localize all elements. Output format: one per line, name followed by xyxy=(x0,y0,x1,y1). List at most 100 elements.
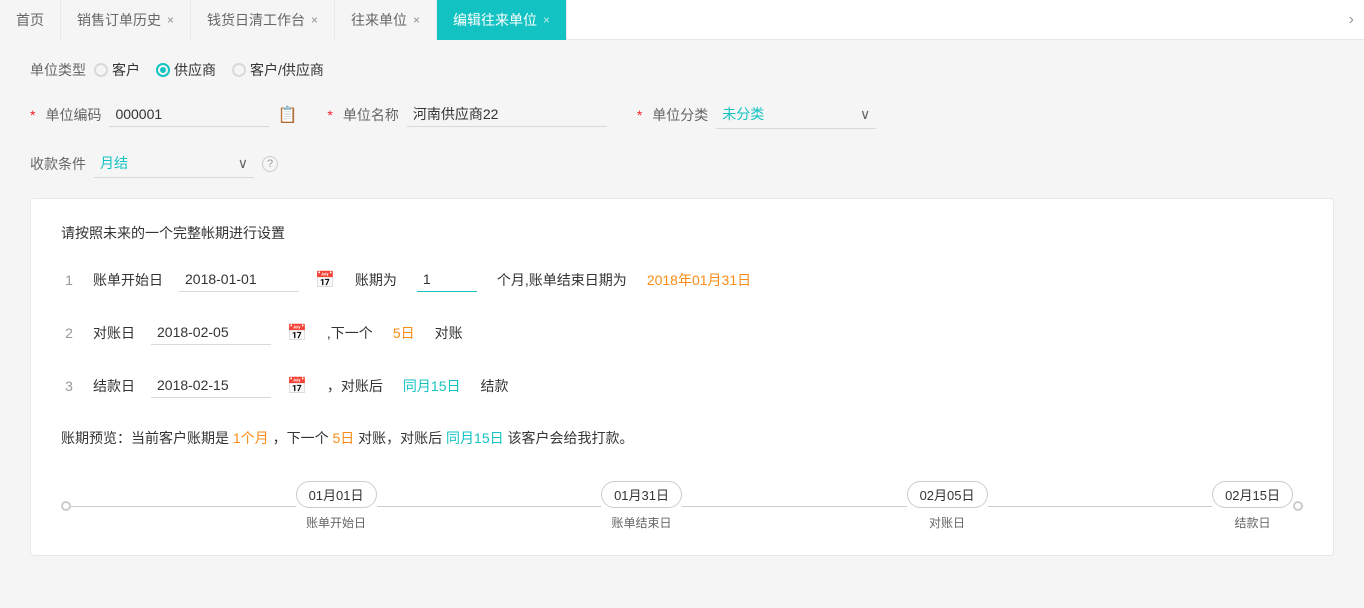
payment-terms-label: 收款条件 xyxy=(30,154,86,174)
radio-customer[interactable]: 客户 xyxy=(94,60,140,80)
period-label: 账期为 xyxy=(355,270,397,290)
step-2-num: 2 xyxy=(61,325,77,341)
recon-date-label: 对账日 xyxy=(93,323,135,343)
step-3-num: 3 xyxy=(61,378,77,394)
unit-type-label: 单位类型 xyxy=(30,60,86,80)
timeline-end-dot xyxy=(1293,501,1303,511)
recon-date-calendar-icon[interactable]: 📅 xyxy=(287,323,307,343)
timeline-node-1: 01月01日 账单开始日 xyxy=(296,481,377,531)
preview-prefix: 账期预览：当前客户账期是 xyxy=(61,430,229,446)
tab-cash-goods-workbench-close[interactable]: × xyxy=(311,14,318,26)
card-title: 请按照未来的一个完整帐期进行设置 xyxy=(61,223,1303,243)
tab-home-label: 首页 xyxy=(16,10,44,30)
unit-code-group: * 单位编码 📋 xyxy=(30,102,297,127)
settle-date-input[interactable] xyxy=(151,373,271,398)
radio-customer-label: 客户 xyxy=(112,60,140,80)
main-content: 单位类型 客户 供应商 客户/供应商 * 单位编码 xyxy=(0,40,1364,600)
unit-code-star: * xyxy=(30,107,35,123)
payment-terms-value: 月结 xyxy=(100,153,232,173)
tab-sales-order-history-label: 销售订单历史 xyxy=(77,10,161,30)
unit-name-label: 单位名称 xyxy=(343,105,399,125)
timeline-node-4-date: 02月15日 xyxy=(1212,481,1293,508)
unit-type-row: 单位类型 客户 供应商 客户/供应商 xyxy=(30,60,1334,80)
tab-cash-goods-workbench[interactable]: 钱货日清工作台 × xyxy=(191,0,335,40)
timeline-line-3 xyxy=(682,506,907,507)
timeline-node-3-label: 对账日 xyxy=(929,514,965,531)
payment-terms-help-icon[interactable]: ? xyxy=(262,156,278,172)
preview-part3: 5日 xyxy=(332,430,354,446)
preview-part5: 同月15日 xyxy=(446,430,504,446)
tab-partner-units[interactable]: 往来单位 × xyxy=(335,0,437,40)
preview-part1: 1个月 xyxy=(233,430,269,446)
timeline-node-2-label: 账单结束日 xyxy=(612,514,672,531)
tab-edit-partner-unit-close[interactable]: × xyxy=(543,14,550,26)
timeline-node-2: 01月31日 账单结束日 xyxy=(601,481,682,531)
timeline-node-3-date: 02月05日 xyxy=(907,481,988,508)
timeline-start-dot xyxy=(61,501,71,511)
preview-part4: 对账，对账后 xyxy=(358,430,442,446)
step-1-num: 1 xyxy=(61,272,77,288)
period-value-input[interactable] xyxy=(417,267,477,292)
preview-section: 账期预览：当前客户账期是 1个月 ，下一个 5日 对账，对账后 同月15日 该客… xyxy=(61,426,1303,451)
unit-category-select[interactable]: 未分类 ∨ xyxy=(716,100,876,129)
tab-edit-partner-unit[interactable]: 编辑往来单位 × xyxy=(437,0,567,40)
start-date-calendar-icon[interactable]: 📅 xyxy=(315,270,335,290)
unit-info-row: * 单位编码 📋 * 单位名称 * 单位分类 未分类 ∨ xyxy=(30,100,1334,129)
radio-supplier-circle xyxy=(156,63,170,77)
unit-name-star: * xyxy=(327,107,332,123)
setting-row-3: 3 结款日 📅 ，对账后 同月15日 结款 xyxy=(61,373,1303,398)
tab-sales-order-history[interactable]: 销售订单历史 × xyxy=(61,0,191,40)
tab-partner-units-close[interactable]: × xyxy=(413,14,420,26)
unit-code-label: 单位编码 xyxy=(45,105,101,125)
unit-name-group: * 单位名称 xyxy=(327,102,606,127)
tab-edit-partner-unit-label: 编辑往来单位 xyxy=(453,10,537,30)
tabs-bar: 首页 销售订单历史 × 钱货日清工作台 × 往来单位 × 编辑往来单位 × › xyxy=(0,0,1364,40)
unit-category-value: 未分类 xyxy=(722,104,854,124)
period-suffix: 个月,账单结束日期为 xyxy=(497,270,627,290)
settle-suffix-teal: 同月15日 xyxy=(403,376,461,396)
radio-supplier[interactable]: 供应商 xyxy=(156,60,216,80)
unit-category-group: * 单位分类 未分类 ∨ xyxy=(637,100,876,129)
start-date-label: 账单开始日 xyxy=(93,270,163,290)
settle-suffix-after: 结款 xyxy=(481,376,509,396)
radio-group-unit-type: 客户 供应商 客户/供应商 xyxy=(94,60,324,80)
timeline-node-4: 02月15日 结款日 xyxy=(1212,481,1293,531)
radio-supplier-label: 供应商 xyxy=(174,60,216,80)
radio-customer-circle xyxy=(94,63,108,77)
payment-terms-row: 收款条件 月结 ∨ ? xyxy=(30,149,1334,178)
recon-suffix-prefix: ,下一个 xyxy=(327,323,373,343)
tabs-arrow[interactable]: › xyxy=(1339,11,1364,29)
payment-terms-select[interactable]: 月结 ∨ xyxy=(94,149,254,178)
timeline-line-1 xyxy=(71,506,296,507)
payment-terms-group: 收款条件 月结 ∨ ? xyxy=(30,149,278,178)
period-end-date: 2018年01月31日 xyxy=(647,270,751,290)
recon-date-input[interactable] xyxy=(151,320,271,345)
radio-both-circle xyxy=(232,63,246,77)
timeline-node-2-date: 01月31日 xyxy=(601,481,682,508)
unit-code-input[interactable] xyxy=(109,102,269,127)
setting-row-1: 1 账单开始日 📅 账期为 个月,账单结束日期为 2018年01月31日 xyxy=(61,267,1303,292)
unit-name-input[interactable] xyxy=(407,102,607,127)
timeline-line-4 xyxy=(988,506,1213,507)
payment-terms-arrow-icon: ∨ xyxy=(238,155,248,172)
timeline: 01月01日 账单开始日 01月31日 账单结束日 02月05日 对账日 02月… xyxy=(61,471,1303,531)
recon-suffix-orange: 5日 xyxy=(393,323,415,343)
tab-home[interactable]: 首页 xyxy=(0,0,61,40)
unit-category-star: * xyxy=(637,107,642,123)
settle-date-calendar-icon[interactable]: 📅 xyxy=(287,376,307,396)
tab-sales-order-history-close[interactable]: × xyxy=(167,14,174,26)
tab-partner-units-label: 往来单位 xyxy=(351,10,407,30)
settle-date-label: 结款日 xyxy=(93,376,135,396)
timeline-node-1-label: 账单开始日 xyxy=(306,514,366,531)
unit-category-arrow-icon: ∨ xyxy=(860,106,870,123)
setting-row-2: 2 对账日 📅 ,下一个 5日 对账 xyxy=(61,320,1303,345)
timeline-node-4-label: 结款日 xyxy=(1235,514,1271,531)
radio-both-label: 客户/供应商 xyxy=(250,60,324,80)
timeline-node-1-date: 01月01日 xyxy=(296,481,377,508)
tab-cash-goods-workbench-label: 钱货日清工作台 xyxy=(207,10,305,30)
radio-both[interactable]: 客户/供应商 xyxy=(232,60,324,80)
unit-code-calendar-icon[interactable]: 📋 xyxy=(277,105,297,125)
timeline-line-2 xyxy=(377,506,602,507)
settle-suffix-prefix: ，对账后 xyxy=(327,376,383,396)
start-date-input[interactable] xyxy=(179,267,299,292)
